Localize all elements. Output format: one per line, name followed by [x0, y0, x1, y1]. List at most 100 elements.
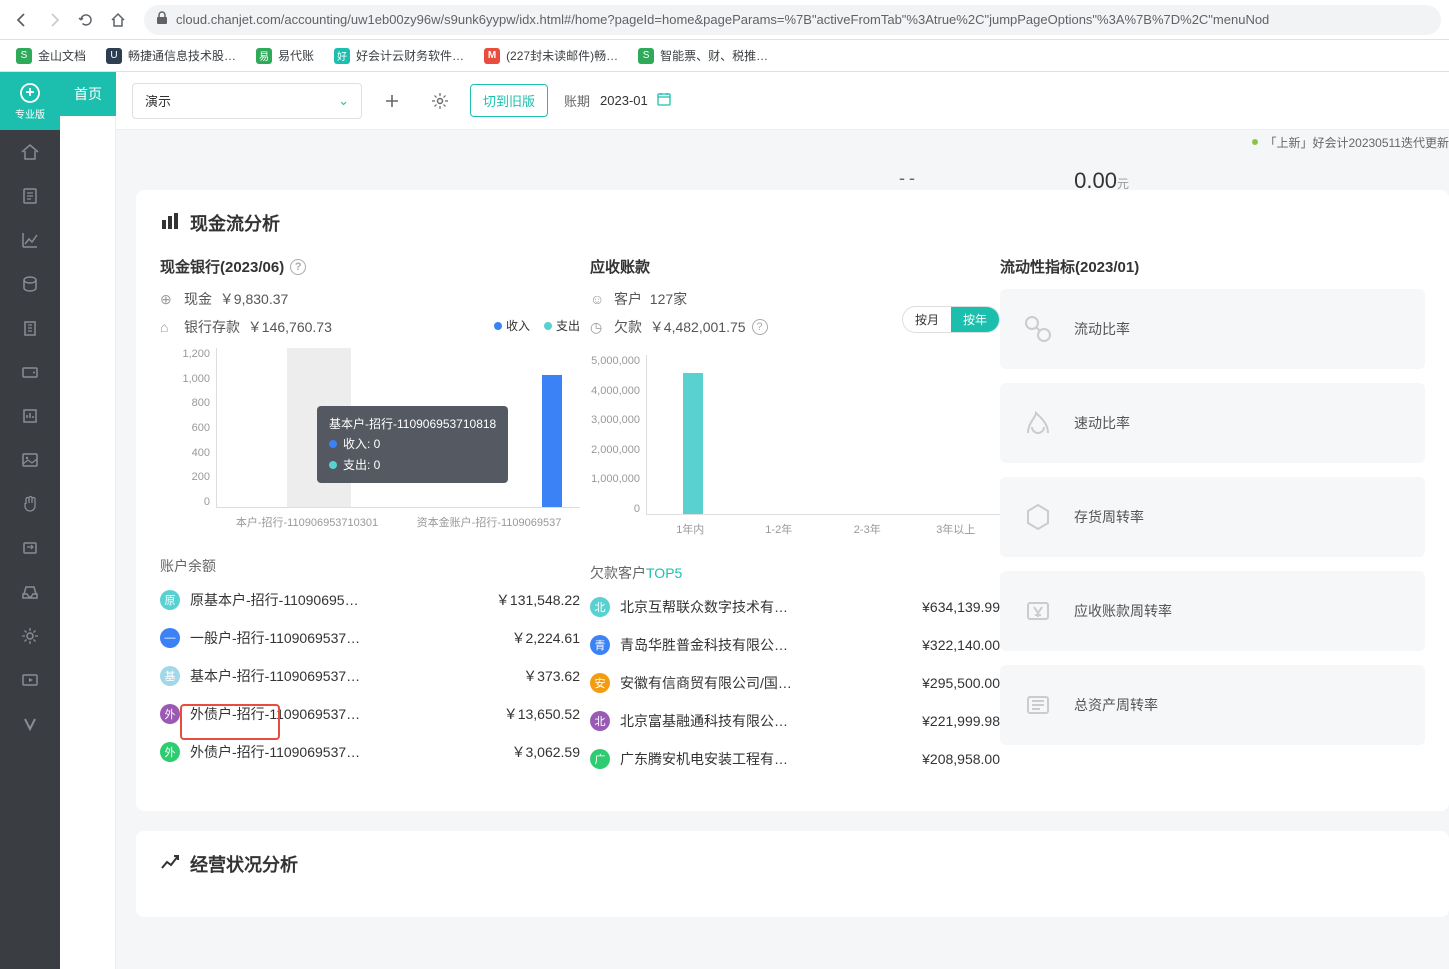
top5-row[interactable]: 广广东腾安机电安装工程有…¥208,958.00 — [590, 749, 1000, 769]
chart-bar — [683, 373, 703, 515]
top-bar: 演示 ⌄ 切到旧版 账期 2023-01 — [116, 72, 1449, 130]
bookmark-item[interactable]: 好好会计云财务软件… — [326, 43, 472, 68]
balance-row[interactable]: 外外债户-招行-1109069537…￥3,062.59 — [160, 742, 580, 762]
indicator-card[interactable]: 流动比率 — [1000, 289, 1425, 369]
indicator-icon — [1018, 685, 1058, 725]
top5-row[interactable]: 青青岛华胜普金科技有限公…¥322,140.00 — [590, 635, 1000, 655]
back-button[interactable] — [8, 6, 36, 34]
bookmark-label: 智能票、财、税推… — [660, 47, 768, 64]
indicator-label: 总资产周转率 — [1074, 695, 1158, 715]
customer-dot-icon: 北 — [590, 711, 610, 731]
sub-sidebar: 首页 — [60, 72, 116, 969]
indicator-card[interactable]: 总资产周转率 — [1000, 665, 1425, 745]
y-axis: 5,000,0004,000,0003,000,0002,000,0001,00… — [590, 355, 646, 515]
bookmark-label: (227封未读邮件)畅… — [506, 47, 618, 64]
cashflow-panel: 现金流分析 现金银行(2023/06) ? ⊕ 现金 ￥9,830.37 — [136, 190, 1449, 811]
bank-chart[interactable]: 1,2001,0008006004002000 基本户-招行-110906953… — [160, 338, 580, 538]
org-name: 演示 — [145, 91, 171, 110]
yen-icon: ⊕ — [160, 291, 178, 308]
indicator-card[interactable]: 速动比率 — [1000, 383, 1425, 463]
bookmark-item[interactable]: U畅捷通信息技术股… — [98, 43, 244, 68]
nav-chart-icon[interactable] — [0, 218, 60, 262]
period-value: 2023-01 — [600, 93, 648, 108]
top5-row[interactable]: 安安徽有信商贸有限公司/国…¥295,500.00 — [590, 673, 1000, 693]
bookmark-icon: M — [484, 48, 500, 64]
nav-money-icon[interactable] — [0, 262, 60, 306]
balance-row[interactable]: 原原基本户-招行-11090695…￥131,548.22 — [160, 590, 580, 610]
toggle-month[interactable]: 按月 — [903, 307, 951, 332]
toggle-year[interactable]: 按年 — [951, 307, 999, 332]
tab-home[interactable]: 首页 — [60, 72, 116, 116]
bar-chart-icon — [160, 211, 180, 236]
customer-dot-icon: 北 — [590, 597, 610, 617]
y-axis: 1,2001,0008006004002000 — [160, 348, 216, 508]
top5-row[interactable]: 北北京富基融通科技有限公…¥221,999.98 — [590, 711, 1000, 731]
old-version-button[interactable]: 切到旧版 — [470, 84, 548, 117]
lock-icon — [156, 11, 168, 28]
nav-home-icon[interactable] — [0, 130, 60, 174]
nav-settings-icon[interactable] — [0, 614, 60, 658]
customer-value: ¥208,958.00 — [922, 751, 1000, 767]
receivable-chart[interactable]: 5,000,0004,000,0003,000,0002,000,0001,00… — [590, 345, 1000, 545]
annotation-highlight — [180, 704, 280, 740]
bookmark-item[interactable]: 易易代账 — [248, 43, 322, 68]
bookmark-icon: 易 — [256, 48, 272, 64]
indicator-card[interactable]: 存货周转率 — [1000, 477, 1425, 557]
browser-toolbar: cloud.chanjet.com/accounting/uw1eb00zy96… — [0, 0, 1449, 40]
top5-row[interactable]: 北北京互帮联众数字技术有…¥634,139.99 — [590, 597, 1000, 617]
nav-v-icon[interactable] — [0, 702, 60, 746]
biz-title: 经营状况分析 — [190, 851, 298, 877]
nav-hand-icon[interactable] — [0, 482, 60, 526]
account-dot-icon: 原 — [160, 590, 180, 610]
nav-image-icon[interactable] — [0, 438, 60, 482]
clock-icon: ◷ — [590, 319, 608, 336]
panel-title: 经营状况分析 — [160, 851, 1425, 877]
balance-row[interactable]: 基基本户-招行-1109069537…￥373.62 — [160, 666, 580, 686]
period-label: 账期 — [564, 91, 590, 110]
chevron-down-icon: ⌄ — [338, 93, 349, 109]
help-icon[interactable]: ? — [752, 319, 768, 335]
balance-value: ￥131,548.22 — [496, 590, 580, 610]
home-button[interactable] — [104, 6, 132, 34]
customer-name: 青岛华胜普金科技有限公… — [620, 635, 922, 655]
help-icon[interactable]: ? — [290, 259, 306, 275]
bookmark-item[interactable]: M (227封未读邮件)畅… — [476, 43, 626, 68]
bookmark-item[interactable]: S 智能票、财、税推… — [630, 43, 776, 68]
settings-button[interactable] — [422, 83, 458, 119]
indicator-label: 流动比率 — [1074, 319, 1130, 339]
org-selector[interactable]: 演示 ⌄ — [132, 83, 362, 119]
balance-row[interactable]: —一般户-招行-1109069537…￥2,224.61 — [160, 628, 580, 648]
top5-label: 欠款客户TOP5 — [590, 563, 1000, 583]
bookmark-icon: S — [638, 48, 654, 64]
account-dot-icon: — — [160, 628, 180, 648]
nav-video-icon[interactable] — [0, 658, 60, 702]
reload-button[interactable] — [72, 6, 100, 34]
bookmark-label: 畅捷通信息技术股… — [128, 47, 236, 64]
calendar-icon[interactable] — [656, 91, 672, 110]
nav-inbox-icon[interactable] — [0, 570, 60, 614]
nav-doc-icon[interactable] — [0, 174, 60, 218]
nav-wallet-icon[interactable] — [0, 350, 60, 394]
indicator-card[interactable]: 应收账款周转率 — [1000, 571, 1425, 651]
nav-report-icon[interactable] — [0, 394, 60, 438]
indicator-label: 速动比率 — [1074, 413, 1130, 433]
bookmark-icon: 好 — [334, 48, 350, 64]
app-logo[interactable]: 专业版 — [0, 72, 60, 130]
bookmark-item[interactable]: S金山文档 — [8, 43, 94, 68]
customer-value: ¥221,999.98 — [922, 713, 1000, 729]
nav-building-icon[interactable] — [0, 306, 60, 350]
period-toggle[interactable]: 按月 按年 — [902, 306, 1000, 333]
nav-transfer-icon[interactable] — [0, 526, 60, 570]
logo-label: 专业版 — [15, 106, 45, 121]
forward-button[interactable] — [40, 6, 68, 34]
biz-panel: 经营状况分析 — [136, 831, 1449, 917]
customer-dot-icon: 安 — [590, 673, 610, 693]
customer-value: ¥295,500.00 — [922, 675, 1000, 691]
panel-title: 现金流分析 — [160, 210, 1425, 236]
cashflow-title: 现金流分析 — [190, 210, 280, 236]
balance-value: ￥2,224.61 — [512, 628, 581, 648]
add-button[interactable] — [374, 83, 410, 119]
address-bar[interactable]: cloud.chanjet.com/accounting/uw1eb00zy96… — [144, 5, 1441, 35]
news-item[interactable]: 「上新」好会计20230511迭代更新 — [1252, 134, 1449, 151]
customer-name: 安徽有信商贸有限公司/国… — [620, 673, 922, 693]
